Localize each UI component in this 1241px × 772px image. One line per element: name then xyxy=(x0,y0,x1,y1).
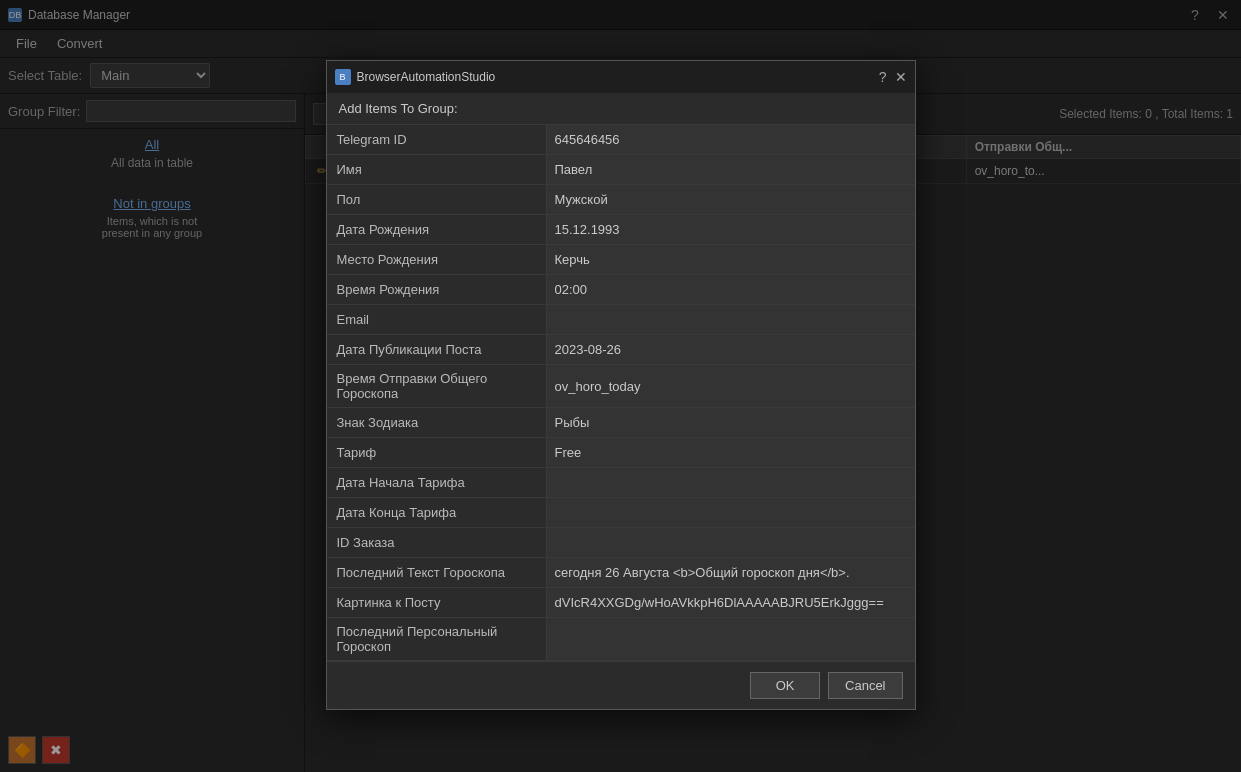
field-birthtime: Время Рождения 02:00 xyxy=(327,275,915,305)
cancel-button[interactable]: Cancel xyxy=(828,672,902,699)
ok-button[interactable]: OK xyxy=(750,672,820,699)
field-zodiac: Знак Зодиака Рыбы xyxy=(327,408,915,438)
modal-footer: OK Cancel xyxy=(327,661,915,709)
field-telegram-id: Telegram ID 645646456 xyxy=(327,125,915,155)
field-post-image: Картинка к Посту dVIcR4XXGDg/wHoAVkkpH6D… xyxy=(327,588,915,618)
field-tariff-start: Дата Начала Тарифа xyxy=(327,468,915,498)
field-email: Email xyxy=(327,305,915,335)
field-birthdate: Дата Рождения 15.12.1993 xyxy=(327,215,915,245)
modal-body: Telegram ID 645646456 Имя Павел Пол Мужс… xyxy=(327,125,915,661)
field-order-id: ID Заказа xyxy=(327,528,915,558)
field-send-time: Время Отправки Общего Гороскопа ov_horo_… xyxy=(327,365,915,408)
field-pub-date: Дата Публикации Поста 2023-08-26 xyxy=(327,335,915,365)
field-name: Имя Павел xyxy=(327,155,915,185)
field-gender: Пол Мужской xyxy=(327,185,915,215)
modal-header: Add Items To Group: xyxy=(327,93,915,125)
modal-app-icon: B xyxy=(335,69,351,85)
field-last-horoscope-text: Последний Текст Гороскопа сегодня 26 Авг… xyxy=(327,558,915,588)
modal-title: BrowserAutomationStudio xyxy=(357,70,496,84)
modal-overlay: B BrowserAutomationStudio ? ✕ Add Items … xyxy=(0,0,1241,772)
modal-help-btn[interactable]: ? xyxy=(879,69,887,85)
field-birthplace: Место Рождения Керчь xyxy=(327,245,915,275)
field-tariff-end: Дата Конца Тарифа xyxy=(327,498,915,528)
field-tariff: Тариф Free xyxy=(327,438,915,468)
modal-close-btn[interactable]: ✕ xyxy=(895,69,907,85)
field-personal-horoscope: Последний Персональный Гороскоп xyxy=(327,618,915,661)
modal-dialog: B BrowserAutomationStudio ? ✕ Add Items … xyxy=(326,60,916,710)
modal-title-bar: B BrowserAutomationStudio ? ✕ xyxy=(327,61,915,93)
modal-title-controls: ? ✕ xyxy=(879,69,907,85)
